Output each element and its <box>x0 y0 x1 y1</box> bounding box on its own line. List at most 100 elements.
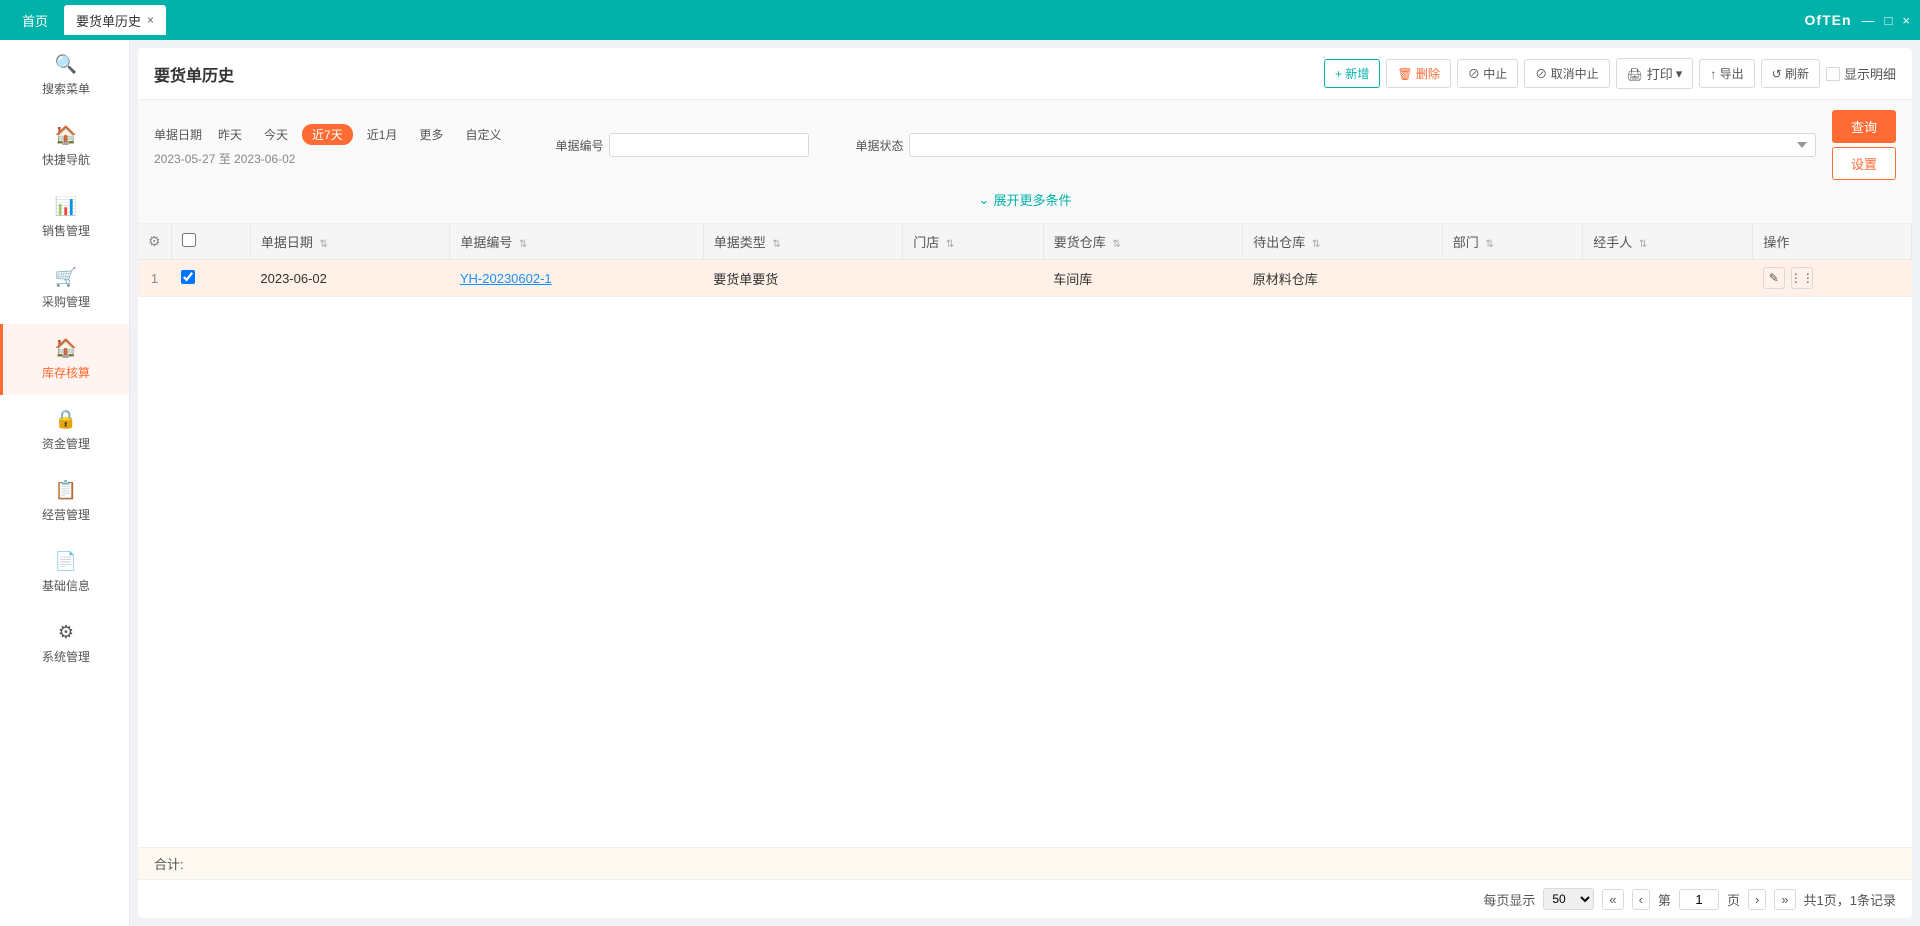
home-tab-label: 首页 <box>22 11 48 30</box>
date-option-7days[interactable]: 近7天 <box>302 124 353 145</box>
last-page-button[interactable]: » <box>1774 889 1795 910</box>
col-department-label: 部门 <box>1453 235 1479 250</box>
table-footer: 合计: <box>138 847 1912 879</box>
sidebar-item-label-search-menu: 搜索菜单 <box>42 80 90 97</box>
per-page-label: 每页显示 <box>1483 890 1535 909</box>
sidebar-item-purchase-mgmt[interactable]: 🛒 采购管理 <box>0 253 129 324</box>
export-button[interactable]: ↑ 导出 <box>1699 59 1754 88</box>
sort-req-warehouse-icon[interactable]: ⇅ <box>1112 239 1120 250</box>
date-option-today[interactable]: 今天 <box>256 124 296 145</box>
col-doc-number-label: 单据编号 <box>460 235 512 250</box>
col-doc-date: 单据日期 ⇅ <box>250 224 449 260</box>
main-layout: 🔍 搜索菜单 🏠 快捷导航 📊 销售管理 🛒 采购管理 🏠 库存核算 🔒 资金管… <box>0 40 1920 926</box>
sidebar-item-operations-mgmt[interactable]: 📋 经营管理 <box>0 466 129 537</box>
col-operation-label: 操作 <box>1763 235 1789 250</box>
refresh-button[interactable]: ↺ 刷新 <box>1761 59 1820 88</box>
operations-icon: 📋 <box>55 480 77 501</box>
pagination-bar: 每页显示 50 100 200 « ‹ 第 页 › » 共1页，1条记录 <box>138 879 1912 918</box>
doc-number-link[interactable]: YH-20230602-1 <box>460 271 552 286</box>
display-detail-label: 显示明细 <box>1844 64 1896 83</box>
main-content: 要货单历史 + 新增 🗑 删除 ⊘ 中止 ⊘ 取消中止 🖨 打印 ▾ ↑ 导出 … <box>138 48 1912 918</box>
row-department <box>1442 260 1583 297</box>
query-button[interactable]: 查询 <box>1832 110 1896 143</box>
tab-requisition-history[interactable]: 要货单历史 × <box>64 5 166 35</box>
inventory-icon: 🏠 <box>55 338 77 359</box>
delete-button[interactable]: 🗑 删除 <box>1386 59 1451 88</box>
sidebar-item-inventory[interactable]: 🏠 库存核算 <box>0 324 129 395</box>
settings-button[interactable]: 设置 <box>1832 147 1896 180</box>
sidebar-item-search-menu[interactable]: 🔍 搜索菜单 <box>0 40 129 111</box>
display-detail-checkbox[interactable] <box>1826 67 1840 81</box>
search-menu-icon: 🔍 <box>55 54 77 75</box>
tab-home[interactable]: 首页 <box>10 5 60 35</box>
doc-status-label: 单据状态 <box>855 137 903 154</box>
date-filter-group: 单据日期 昨天 今天 近7天 近1月 更多 自定义 2023-05-27 至 2… <box>154 124 509 167</box>
date-options: 昨天 今天 近7天 近1月 更多 自定义 <box>210 124 509 145</box>
display-detail-toggle[interactable]: 显示明细 <box>1826 64 1896 83</box>
table-area: ⚙ 单据日期 ⇅ 单据编号 ⇅ <box>138 224 1912 847</box>
sidebar-item-quick-nav[interactable]: 🏠 快捷导航 <box>0 111 129 182</box>
table-settings-icon[interactable]: ⚙ <box>148 233 161 249</box>
sidebar-item-finance-mgmt[interactable]: 🔒 资金管理 <box>0 395 129 466</box>
sort-doc-type-icon[interactable]: ⇅ <box>772 239 780 250</box>
doc-number-input[interactable] <box>609 133 809 157</box>
doc-number-filter: 单据编号 <box>555 133 809 157</box>
sidebar-item-label-inventory: 库存核算 <box>42 364 90 381</box>
date-option-more[interactable]: 更多 <box>411 124 451 145</box>
row-checkbox[interactable] <box>181 270 195 284</box>
date-option-yesterday[interactable]: 昨天 <box>210 124 250 145</box>
window-minimize-icon[interactable]: — <box>1862 13 1875 28</box>
sort-pending-warehouse-icon[interactable]: ⇅ <box>1312 239 1320 250</box>
col-settings[interactable]: ⚙ <box>138 224 171 260</box>
col-req-warehouse: 要货仓库 ⇅ <box>1043 224 1242 260</box>
expand-more-conditions[interactable]: ⌄ 展开更多条件 <box>154 186 1896 213</box>
col-doc-type: 单据类型 ⇅ <box>703 224 902 260</box>
first-page-button[interactable]: « <box>1602 889 1623 910</box>
edit-icon[interactable]: ✎ <box>1763 267 1785 289</box>
sidebar: 🔍 搜索菜单 🏠 快捷导航 📊 销售管理 🛒 采购管理 🏠 库存核算 🔒 资金管… <box>0 40 130 926</box>
window-close-icon[interactable]: × <box>1902 13 1910 28</box>
col-store-label: 门店 <box>913 235 939 250</box>
add-button[interactable]: + 新增 <box>1324 59 1380 88</box>
date-option-1month[interactable]: 近1月 <box>359 124 406 145</box>
doc-status-select[interactable] <box>909 133 1816 157</box>
sort-doc-date-icon[interactable]: ⇅ <box>320 239 328 250</box>
operation-icons: ✎ ⋮⋮ <box>1763 267 1902 289</box>
expand-chevron-icon: ⌄ <box>979 192 990 208</box>
prev-page-button[interactable]: ‹ <box>1632 889 1650 910</box>
col-doc-number: 单据编号 ⇅ <box>450 224 703 260</box>
sidebar-item-sales-mgmt[interactable]: 📊 销售管理 <box>0 182 129 253</box>
window-maximize-icon[interactable]: □ <box>1885 13 1893 28</box>
page-input[interactable] <box>1679 889 1719 910</box>
sort-department-icon[interactable]: ⇅ <box>1485 239 1493 250</box>
sales-icon: 📊 <box>55 196 77 217</box>
per-page-select[interactable]: 50 100 200 <box>1543 888 1594 910</box>
sidebar-item-basic-info[interactable]: 📄 基础信息 <box>0 537 129 608</box>
sidebar-item-system-mgmt[interactable]: ⚙ 系统管理 <box>0 608 129 679</box>
sort-handler-icon[interactable]: ⇅ <box>1639 239 1647 250</box>
page-title: 要货单历史 <box>154 62 1316 86</box>
row-doc-date: 2023-06-02 <box>250 260 449 297</box>
close-tab-icon[interactable]: × <box>147 13 154 27</box>
stop-button[interactable]: ⊘ 中止 <box>1457 59 1518 88</box>
finance-icon: 🔒 <box>55 409 77 430</box>
print-button[interactable]: 🖨 打印 ▾ <box>1616 58 1694 89</box>
sort-store-icon[interactable]: ⇅ <box>946 239 954 250</box>
doc-status-select-wrapper <box>909 133 1816 157</box>
toolbar: + 新增 🗑 删除 ⊘ 中止 ⊘ 取消中止 🖨 打印 ▾ ↑ 导出 ↺ 刷新 显… <box>1324 58 1896 89</box>
summary-label: 合计: <box>154 857 184 872</box>
brand-text: OfTEn <box>1805 12 1852 28</box>
expand-label: 展开更多条件 <box>993 190 1071 209</box>
date-option-custom[interactable]: 自定义 <box>457 124 509 145</box>
select-all-checkbox[interactable] <box>182 233 196 247</box>
more-icon[interactable]: ⋮⋮ <box>1791 267 1813 289</box>
requisition-tab-label: 要货单历史 <box>76 11 141 30</box>
sort-doc-number-icon[interactable]: ⇅ <box>519 239 527 250</box>
date-filter-label: 单据日期 <box>154 126 202 143</box>
sidebar-item-label-quick-nav: 快捷导航 <box>42 151 90 168</box>
filter-action-buttons: 查询 设置 <box>1832 110 1896 180</box>
next-page-button[interactable]: › <box>1748 889 1766 910</box>
basic-info-icon: 📄 <box>55 551 77 572</box>
cancel-stop-button[interactable]: ⊘ 取消中止 <box>1524 59 1609 88</box>
page-suffix: 页 <box>1727 890 1740 909</box>
